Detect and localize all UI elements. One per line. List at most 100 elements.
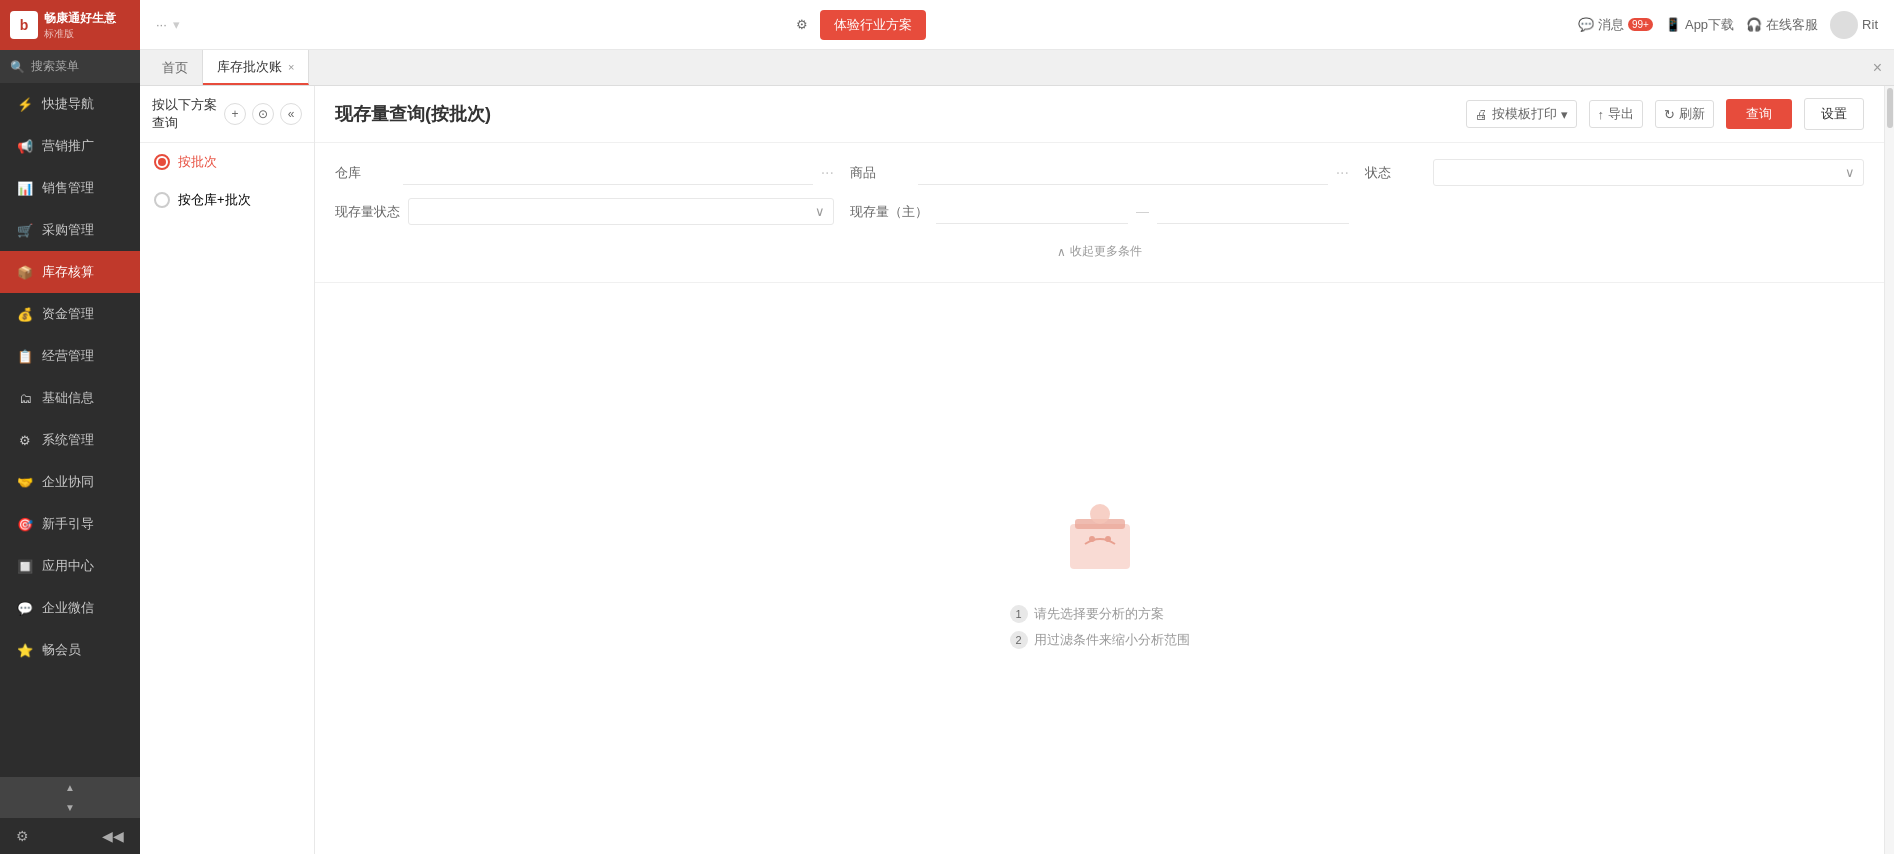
inventory-status-label: 现存量状态: [335, 203, 400, 221]
sidebar-item-basic[interactable]: 🗂 基础信息: [0, 377, 140, 419]
add-scheme-btn[interactable]: +: [224, 103, 246, 125]
user-avatar: [1830, 11, 1858, 39]
quantity-min-input[interactable]: [936, 200, 1128, 224]
sidebar-item-apps[interactable]: 🔲 应用中心: [0, 545, 140, 587]
collapse-label: 收起更多条件: [1070, 243, 1142, 260]
sidebar-item-label: 销售管理: [42, 179, 94, 197]
sidebar-item-label: 采购管理: [42, 221, 94, 239]
collapse-sidebar-icon[interactable]: ◀◀: [102, 828, 124, 844]
left-panel-actions: + ⊙ «: [224, 103, 302, 125]
print-chevron-icon: ▾: [1561, 107, 1568, 122]
quantity-range: —: [936, 200, 1349, 224]
user-profile-btn[interactable]: Rit: [1830, 11, 1878, 39]
tab-label: 库存批次账: [217, 58, 282, 76]
topbar-breadcrumb: ··· ▾: [156, 17, 784, 32]
status-field: 状态 ∨: [1365, 159, 1864, 186]
active-scheme-indicator: [154, 154, 170, 170]
product-dots[interactable]: ···: [1336, 164, 1349, 182]
tab-home[interactable]: 首页: [148, 50, 203, 85]
sidebar-item-wechat[interactable]: 💬 企业微信: [0, 587, 140, 629]
query-btn[interactable]: 查询: [1726, 99, 1792, 129]
sidebar-item-label: 营销推广: [42, 137, 94, 155]
online-service-btn[interactable]: 🎧 在线客服: [1746, 16, 1818, 34]
sidebar-nav: ⚡ 快捷导航 📢 营销推广 📊 销售管理 🛒 采购管理 📦 库存核算 💰 资金管…: [0, 83, 140, 777]
scheme-item-warehouse-batch[interactable]: 按仓库+批次: [140, 181, 314, 219]
filter-area: 仓库 ··· 商品 ··· 状态 ∨: [315, 143, 1884, 283]
filter-row-1: 仓库 ··· 商品 ··· 状态 ∨: [335, 159, 1864, 186]
scheme-warehouse-batch-label: 按仓库+批次: [178, 191, 251, 209]
sidebar-item-label: 畅会员: [42, 641, 81, 659]
export-label: 导出: [1608, 105, 1634, 123]
sidebar-item-system[interactable]: ⚙ 系统管理: [0, 419, 140, 461]
sidebar-item-label: 企业微信: [42, 599, 94, 617]
quick-icon: ⚡: [16, 95, 34, 113]
sidebar-item-inventory[interactable]: 📦 库存核算: [0, 251, 140, 293]
page-settings-btn[interactable]: 设置: [1804, 98, 1864, 130]
right-main: 现存量查询(按批次) 🖨 按模板打印 ▾ ↑ 导出 ↻ 刷新: [315, 86, 1884, 854]
messages-btn[interactable]: 💬 消息 99+: [1578, 16, 1653, 34]
tip-num-1: 1: [1010, 605, 1028, 623]
scheme-item-batch[interactable]: 按批次: [140, 143, 314, 181]
empty-tip-2: 2 用过滤条件来缩小分析范围: [1010, 631, 1190, 649]
svg-point-2: [1090, 504, 1110, 524]
sidebar-item-purchase[interactable]: 🛒 采购管理: [0, 209, 140, 251]
sidebar-search[interactable]: 🔍 搜索菜单: [0, 50, 140, 83]
svg-rect-0: [1070, 524, 1130, 569]
inventory-status-select[interactable]: ∨: [408, 198, 834, 225]
app-download-btn[interactable]: 📱 App下载: [1665, 16, 1734, 34]
warehouse-label: 仓库: [335, 164, 395, 182]
finance-icon: 💰: [16, 305, 34, 323]
sidebar-item-label: 应用中心: [42, 557, 94, 575]
status-label: 状态: [1365, 164, 1425, 182]
collapse-left-btn[interactable]: «: [280, 103, 302, 125]
empty-state: 1 请先选择要分析的方案 2 用过滤条件来缩小分析范围: [315, 283, 1884, 854]
sidebar-item-sales[interactable]: 📊 销售管理: [0, 167, 140, 209]
refresh-icon: ↻: [1664, 107, 1675, 122]
scheme-settings-icon: ⊙: [258, 107, 268, 121]
sidebar-scroll-up[interactable]: ▲: [0, 777, 140, 797]
right-scrollbar[interactable]: [1884, 86, 1894, 854]
warehouse-input[interactable]: [403, 161, 813, 185]
product-label: 商品: [850, 164, 910, 182]
sidebar-item-quick[interactable]: ⚡ 快捷导航: [0, 83, 140, 125]
sidebar-item-label: 经营管理: [42, 347, 94, 365]
breadcrumb-current: ···: [156, 17, 167, 32]
export-btn[interactable]: ↑ 导出: [1589, 100, 1644, 128]
sidebar-item-operation[interactable]: 📋 经营管理: [0, 335, 140, 377]
scheme-settings-btn[interactable]: ⊙: [252, 103, 274, 125]
sidebar-item-member[interactable]: ⭐ 畅会员: [0, 629, 140, 671]
print-btn[interactable]: 🖨 按模板打印 ▾: [1466, 100, 1577, 128]
sidebar-header: b 畅康通好生意 标准版: [0, 0, 140, 50]
tab-close-icon[interactable]: ×: [288, 61, 294, 73]
sidebar-item-marketing[interactable]: 📢 营销推广: [0, 125, 140, 167]
sidebar-scroll-down[interactable]: ▼: [0, 797, 140, 817]
svg-point-4: [1105, 536, 1111, 542]
sidebar-item-enterprise[interactable]: 🤝 企业协同: [0, 461, 140, 503]
svg-point-3: [1089, 536, 1095, 542]
quantity-field: 现存量（主） —: [850, 200, 1349, 224]
tab-inventory-batch[interactable]: 库存批次账 ×: [203, 50, 309, 85]
operation-icon: 📋: [16, 347, 34, 365]
topbar-settings-icon[interactable]: ⚙: [796, 17, 808, 32]
sales-icon: 📊: [16, 179, 34, 197]
collapse-more-btn[interactable]: ∧ 收起更多条件: [335, 237, 1864, 266]
refresh-btn[interactable]: ↻ 刷新: [1655, 100, 1714, 128]
product-input[interactable]: [918, 161, 1328, 185]
messages-label: 消息: [1598, 16, 1624, 34]
sidebar-item-finance[interactable]: 💰 资金管理: [0, 293, 140, 335]
page-header-actions: 🖨 按模板打印 ▾ ↑ 导出 ↻ 刷新 查询 设置: [1466, 98, 1865, 130]
search-icon: 🔍: [10, 60, 25, 74]
app-download-icon: 📱: [1665, 17, 1681, 32]
settings-footer-icon[interactable]: ⚙: [16, 828, 29, 844]
tab-home-label: 首页: [162, 59, 188, 77]
app-subtitle: 标准版: [44, 27, 116, 41]
sidebar-item-label: 基础信息: [42, 389, 94, 407]
tabbar: 首页 库存批次账 × ×: [140, 50, 1894, 86]
sidebar-item-newbie[interactable]: 🎯 新手引导: [0, 503, 140, 545]
quantity-max-input[interactable]: [1157, 200, 1349, 224]
app-title-block: 畅康通好生意 标准版: [44, 10, 116, 41]
status-select[interactable]: ∨: [1433, 159, 1864, 186]
tab-close-all-btn[interactable]: ×: [1861, 59, 1894, 77]
warehouse-dots[interactable]: ···: [821, 164, 834, 182]
trial-button[interactable]: 体验行业方案: [820, 10, 926, 40]
